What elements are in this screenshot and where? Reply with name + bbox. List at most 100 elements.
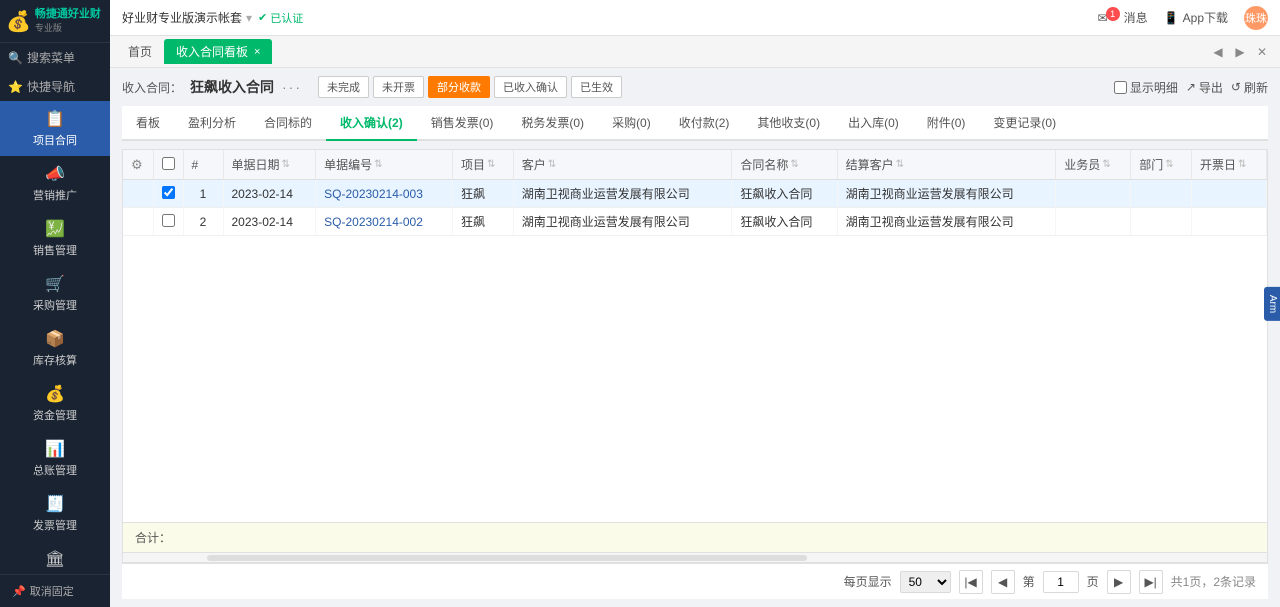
next-page-button[interactable]: ▶: [1107, 570, 1131, 594]
row-code-link-1[interactable]: SQ-20230214-002: [324, 215, 423, 229]
sidebar-icon-4: 📦: [45, 329, 65, 349]
export-button[interactable]: ↗ 导出: [1186, 79, 1223, 96]
row-contract-0: 狂飙收入合同: [732, 180, 837, 208]
th-date: 单据日期⇅: [223, 150, 316, 180]
table-wrap[interactable]: ⚙ # 单据日期⇅ 单据编号⇅ 项目⇅ 客户⇅ 合同名称⇅ 结算客户⇅ 业务员⇅…: [123, 150, 1267, 522]
horizontal-scrollbar[interactable]: [123, 552, 1267, 562]
sub-tab-4[interactable]: 销售发票(0): [417, 106, 508, 141]
per-page-select[interactable]: 50 20 100: [900, 571, 951, 593]
prev-page-button[interactable]: ◀: [991, 570, 1015, 594]
sort-date-icon[interactable]: ⇅: [282, 159, 290, 170]
sort-open-date-icon[interactable]: ⇅: [1238, 159, 1246, 170]
sub-tab-3[interactable]: 收入确认(2): [326, 106, 417, 141]
row-customer-0: 湖南卫视商业运营发展有限公司: [513, 180, 732, 208]
sort-code-icon[interactable]: ⇅: [374, 159, 382, 170]
sort-customer-icon[interactable]: ⇅: [548, 159, 556, 170]
sort-settle-icon[interactable]: ⇅: [896, 159, 904, 170]
th-dept-label: 部门: [1139, 156, 1163, 173]
tabbar: 首页 收入合同看板 × ◀ ▶ ✕: [110, 36, 1280, 68]
sidebar-item-0[interactable]: 📋项目合同: [0, 101, 110, 156]
status-btn-4[interactable]: 已生效: [571, 76, 622, 98]
sidebar-item-6[interactable]: 📊总账管理: [0, 431, 110, 486]
export-icon: ↗: [1186, 80, 1196, 94]
sort-dept-icon[interactable]: ⇅: [1165, 159, 1173, 170]
sidebar-quick-nav[interactable]: ⭐ 快捷导航: [0, 72, 110, 101]
th-open-date-label: 开票日: [1200, 156, 1236, 173]
last-page-button[interactable]: ▶|: [1139, 570, 1163, 594]
status-btn-2[interactable]: 部分收款: [428, 76, 490, 98]
sidebar-item-3[interactable]: 🛒采购管理: [0, 266, 110, 321]
sidebar-label-7: 发票管理: [33, 517, 77, 533]
sub-tab-6[interactable]: 采购(0): [598, 106, 665, 141]
messages-button[interactable]: ✉ 1 消息: [1098, 9, 1148, 26]
sidebar-item-5[interactable]: 💰资金管理: [0, 376, 110, 431]
sidebar-icon-3: 🛒: [45, 274, 65, 294]
row-code-1: SQ-20230214-002: [316, 208, 453, 236]
sub-tab-7[interactable]: 收付款(2): [665, 106, 744, 141]
status-btn-3[interactable]: 已收入确认: [494, 76, 567, 98]
sidebar-item-7[interactable]: 🧾发票管理: [0, 486, 110, 541]
app-download-button[interactable]: 📱 App下载: [1164, 9, 1228, 26]
sub-tab-0[interactable]: 看板: [122, 106, 174, 141]
first-page-button[interactable]: |◀: [959, 570, 983, 594]
user-avatar-area[interactable]: 珠珠: [1244, 6, 1268, 30]
sidebar-label-1: 营销推广: [33, 187, 77, 203]
row-project-1: 狂飙: [452, 208, 513, 236]
row-code-link-0[interactable]: SQ-20230214-003: [324, 187, 423, 201]
show-detail-checkbox[interactable]: 显示明细: [1114, 79, 1178, 96]
tab-next-button[interactable]: ▶: [1230, 42, 1250, 62]
row-checkbox-0[interactable]: [162, 186, 175, 199]
certified-badge: ✔ 已认证: [258, 10, 303, 26]
contract-more-button[interactable]: ···: [282, 79, 302, 95]
logo-icon: 💰: [6, 9, 31, 34]
right-panel-button[interactable]: Arm: [1264, 286, 1280, 320]
row-date-0: 2023-02-14: [223, 180, 316, 208]
page-label-pre: 第: [1023, 573, 1035, 590]
row-open-date-1: [1191, 208, 1266, 236]
sub-tab-5[interactable]: 税务发票(0): [507, 106, 598, 141]
row-project-0: 狂飙: [452, 180, 513, 208]
sidebar-label-2: 销售管理: [33, 242, 77, 258]
th-project-label: 项目: [461, 156, 485, 173]
sub-tab-8[interactable]: 其他收支(0): [743, 106, 834, 141]
contract-title: 狂飙收入合同: [190, 77, 274, 97]
sort-contract-icon[interactable]: ⇅: [790, 159, 798, 170]
home-tab[interactable]: 首页: [118, 39, 162, 64]
close-tab-button[interactable]: ×: [254, 46, 260, 58]
th-contract-label: 合同名称: [740, 156, 788, 173]
sidebar-item-1[interactable]: 📣营销推广: [0, 156, 110, 211]
pin-icon: 📌: [12, 585, 26, 598]
status-btn-0[interactable]: 未完成: [318, 76, 369, 98]
row-open-date-0: [1191, 180, 1266, 208]
company-selector[interactable]: 好业财专业版演示帐套 ▾: [122, 9, 252, 26]
sub-tab-9[interactable]: 出入库(0): [834, 106, 913, 141]
avatar: 珠珠: [1244, 6, 1268, 30]
th-checkbox: [153, 150, 183, 180]
sort-salesman-icon[interactable]: ⇅: [1102, 159, 1110, 170]
sidebar-search[interactable]: 🔍 搜索菜单: [0, 43, 110, 72]
data-table: ⚙ # 单据日期⇅ 单据编号⇅ 项目⇅ 客户⇅ 合同名称⇅ 结算客户⇅ 业务员⇅…: [123, 150, 1267, 236]
active-tab[interactable]: 收入合同看板 ×: [164, 39, 272, 64]
sidebar-item-8[interactable]: 🏛税务管理: [0, 541, 110, 574]
main-content: 好业财专业版演示帐套 ▾ ✔ 已认证 ✉ 1 消息 📱 App下载 珠珠: [110, 0, 1280, 607]
tab-close-button[interactable]: ✕: [1252, 42, 1272, 62]
tab-prev-button[interactable]: ◀: [1208, 42, 1228, 62]
sub-tab-11[interactable]: 变更记录(0): [979, 106, 1070, 141]
search-icon: 🔍: [8, 51, 23, 65]
row-date-1: 2023-02-14: [223, 208, 316, 236]
sidebar-pin-area: 📌 取消固定: [0, 574, 110, 607]
status-btn-1[interactable]: 未开票: [373, 76, 424, 98]
select-all-checkbox[interactable]: [162, 157, 175, 170]
refresh-button[interactable]: ↺ 刷新: [1231, 79, 1268, 96]
row-checkbox-1[interactable]: [162, 214, 175, 227]
sub-tab-10[interactable]: 附件(0): [913, 106, 980, 141]
page-number-input[interactable]: [1043, 571, 1079, 593]
sidebar-item-2[interactable]: 💹销售管理: [0, 211, 110, 266]
unpin-button[interactable]: 📌 取消固定: [8, 579, 102, 603]
row-gear-1: [123, 208, 153, 236]
sub-tab-1[interactable]: 盈利分析: [174, 106, 250, 141]
sub-tab-2[interactable]: 合同标的: [250, 106, 326, 141]
sidebar-item-4[interactable]: 📦库存核算: [0, 321, 110, 376]
settings-icon[interactable]: ⚙: [131, 157, 143, 172]
sort-project-icon[interactable]: ⇅: [487, 159, 495, 170]
